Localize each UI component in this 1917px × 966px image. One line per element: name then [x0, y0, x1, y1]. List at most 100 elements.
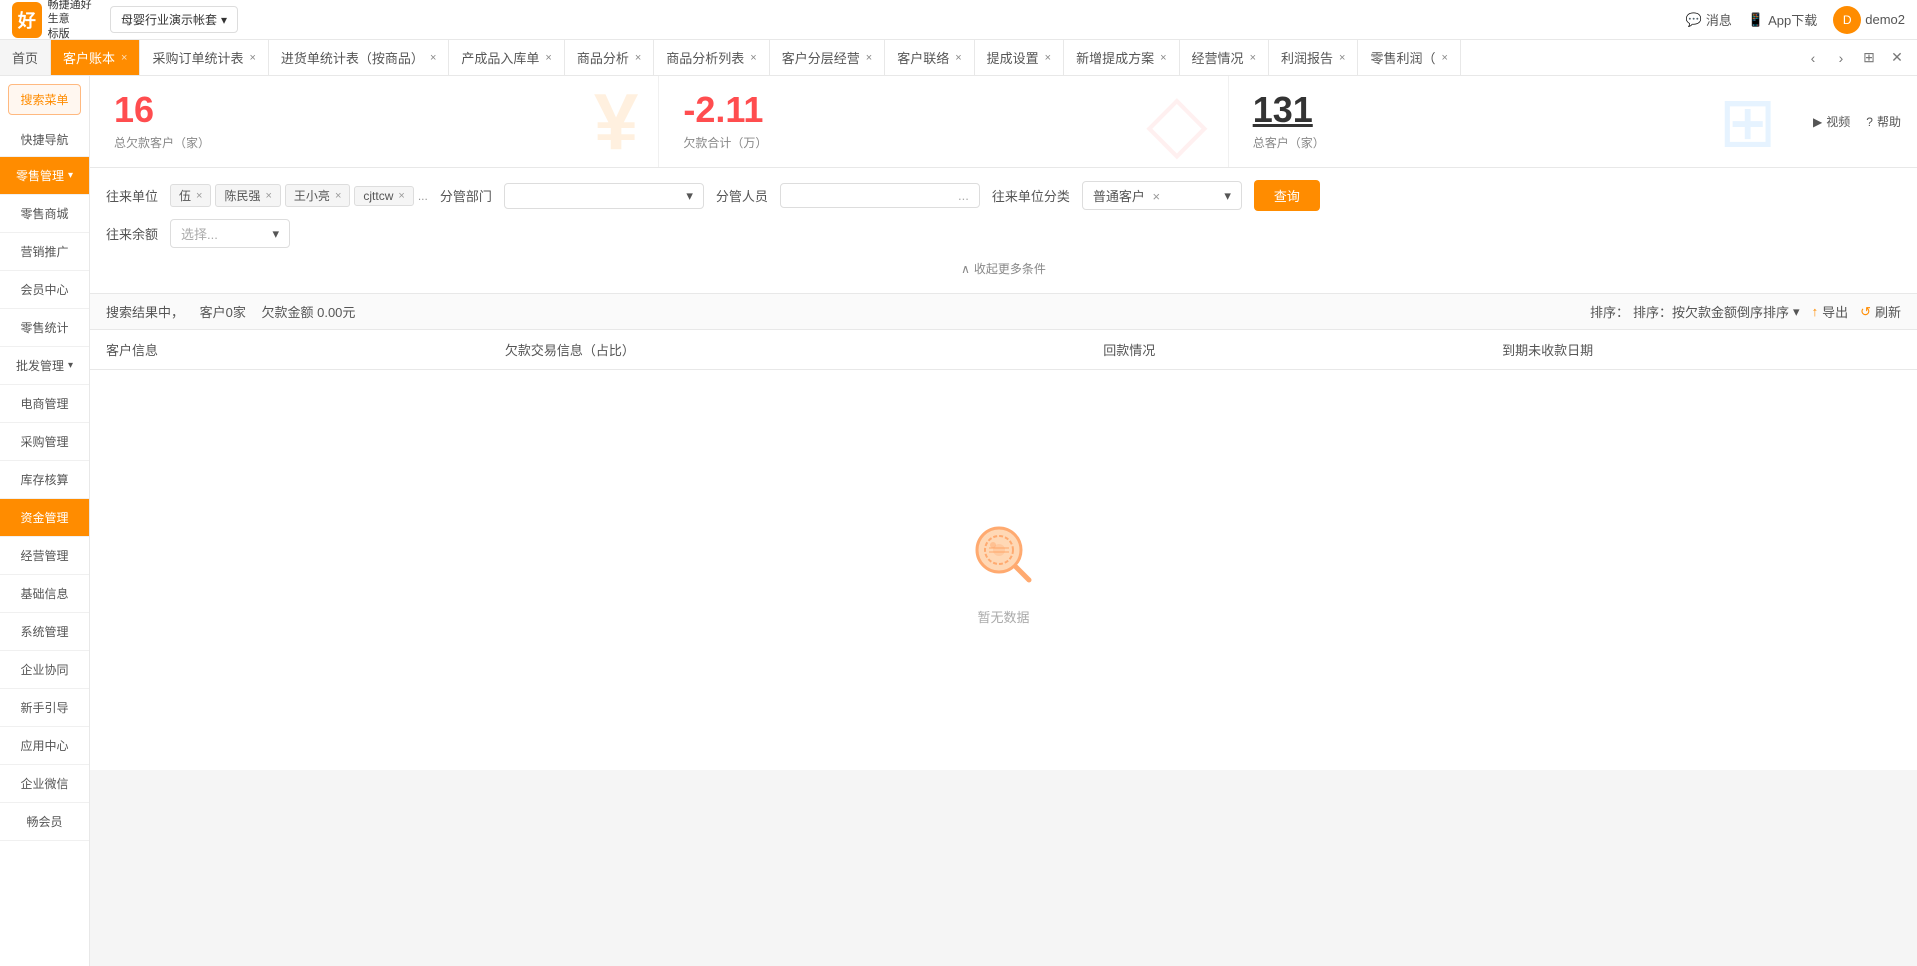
tab-close-all-button[interactable]: ✕: [1885, 46, 1909, 70]
person-ellipsis[interactable]: ...: [958, 188, 969, 203]
tab-operation-status[interactable]: 经营情况 ×: [1180, 40, 1269, 76]
tab-cost-warehousing[interactable]: 产成品入库单 ×: [449, 40, 564, 76]
debt-total-number: -2.11: [683, 92, 763, 128]
category-tag-close[interactable]: ×: [1153, 189, 1161, 204]
sidebar-item-retail-mall[interactable]: 零售商城: [0, 195, 89, 233]
tab-customer-ledger[interactable]: 客户账本 ×: [51, 40, 140, 76]
close-tab-icon[interactable]: ×: [635, 52, 641, 64]
tab-profit-report[interactable]: 利润报告 ×: [1269, 40, 1358, 76]
dept-filter-select[interactable]: ▾: [504, 183, 704, 209]
sidebar-item-retail-stats[interactable]: 零售统计: [0, 309, 89, 347]
category-filter-select[interactable]: 普通客户 × ▾: [1082, 181, 1242, 210]
close-tab-icon[interactable]: ×: [1045, 52, 1051, 64]
sidebar-item-capital-mgmt[interactable]: 资金管理: [0, 499, 89, 537]
sidebar-item-system-mgmt[interactable]: 系统管理: [0, 613, 89, 651]
tab-customer-layer[interactable]: 客户分层经营 ×: [770, 40, 885, 76]
person-filter-input[interactable]: ...: [780, 183, 980, 208]
tab-commit-settings[interactable]: 提成设置 ×: [975, 40, 1064, 76]
sidebar-search-area: 搜索菜单: [0, 76, 89, 123]
main-layout: 搜索菜单 快捷导航 零售管理 零售商城 营销推广 会员中心 零售统计 批发管理 …: [0, 76, 1917, 966]
chevron-down-icon: ▾: [221, 13, 227, 27]
tag-close-icon[interactable]: ×: [265, 190, 271, 202]
help-button[interactable]: ? 帮助: [1866, 113, 1901, 130]
nav-tabs: 首页 客户账本 × 采购订单统计表 × 进货单统计表（按商品） × 产成品入库单…: [0, 40, 1917, 76]
refresh-icon: ↺: [1860, 304, 1871, 320]
sidebar-item-ecommerce-mgmt[interactable]: 电商管理: [0, 385, 89, 423]
tag-close-icon[interactable]: ×: [398, 190, 404, 202]
filter-tag-wu[interactable]: 伍 ×: [170, 184, 211, 207]
sidebar-item-basic-info[interactable]: 基础信息: [0, 575, 89, 613]
sidebar-item-enterprise-collab[interactable]: 企业协同: [0, 651, 89, 689]
stats-card-debt: ◇ -2.11 欠款合计（万）: [659, 76, 1228, 167]
extra-filter-select[interactable]: 选择... ▾: [170, 219, 290, 248]
category-filter-label: 往来单位分类: [992, 186, 1070, 205]
stats-bg-icon: ¥: [594, 76, 639, 167]
tab-customer-contact[interactable]: 客户联络 ×: [885, 40, 974, 76]
export-button[interactable]: ↑ 导出: [1812, 302, 1849, 321]
query-button[interactable]: 查询: [1254, 180, 1320, 211]
stats-bg-icon2: ◇: [1146, 76, 1208, 167]
sidebar-item-enterprise-wechat[interactable]: 企业微信: [0, 765, 89, 803]
close-tab-icon[interactable]: ×: [545, 52, 551, 64]
stats-header-actions: ▶ 视频 ? 帮助: [1797, 76, 1917, 167]
close-tab-icon[interactable]: ×: [1160, 52, 1166, 64]
tab-expand-button[interactable]: ⊞: [1857, 46, 1881, 70]
empty-illustration: [964, 515, 1044, 595]
close-tab-icon[interactable]: ×: [1339, 52, 1345, 64]
sidebar-item-marketing[interactable]: 营销推广: [0, 233, 89, 271]
content-area: ¥ 16 总欠款客户（家） ◇ -2.11 欠款合计（万） ⊞ 131 总客户（…: [90, 76, 1917, 966]
sidebar-item-quick-nav[interactable]: 快捷导航: [0, 123, 89, 157]
tab-new-commit-plan[interactable]: 新增提成方案 ×: [1064, 40, 1179, 76]
sidebar-item-purchase-mgmt[interactable]: 采购管理: [0, 423, 89, 461]
search-menu-button[interactable]: 搜索菜单: [8, 84, 81, 115]
col-header-customer: 客户信息: [106, 340, 505, 359]
col-header-repayment: 回款情况: [1103, 340, 1502, 359]
sidebar-item-vip-member[interactable]: 畅会员: [0, 803, 89, 841]
close-tab-icon[interactable]: ×: [430, 52, 436, 64]
filter-area: 往来单位 伍 × 陈民强 × 王小亮 × cjttcw: [90, 168, 1917, 294]
sidebar-item-app-center[interactable]: 应用中心: [0, 727, 89, 765]
close-tab-icon[interactable]: ×: [249, 52, 255, 64]
data-table: 客户信息 欠款交易信息（占比） 回款情况 到期未收款日期: [90, 330, 1917, 770]
tab-retail-profit[interactable]: 零售利润（ ×: [1358, 40, 1460, 76]
filter-tag-chen[interactable]: 陈民强 ×: [215, 184, 280, 207]
video-button[interactable]: ▶ 视频: [1813, 113, 1850, 130]
filter-tag-cjttcw[interactable]: cjttcw ×: [354, 186, 413, 206]
refresh-button[interactable]: ↺ 刷新: [1860, 302, 1901, 321]
sidebar-item-inventory[interactable]: 库存核算: [0, 461, 89, 499]
tab-home[interactable]: 首页: [0, 40, 51, 76]
close-tab-icon[interactable]: ×: [866, 52, 872, 64]
close-tab-icon[interactable]: ×: [1250, 52, 1256, 64]
messages-button[interactable]: 💬 消息: [1686, 10, 1732, 29]
sidebar-item-wholesale-mgmt[interactable]: 批发管理: [0, 347, 89, 385]
sidebar-item-operation-mgmt[interactable]: 经营管理: [0, 537, 89, 575]
close-tab-icon[interactable]: ×: [750, 52, 756, 64]
filter-tag-wang[interactable]: 王小亮 ×: [285, 184, 350, 207]
chevron-down-icon: ▾: [686, 188, 693, 204]
app-download-button[interactable]: 📱 App下载: [1748, 10, 1817, 29]
store-selector[interactable]: 母婴行业演示帐套 ▾: [110, 6, 238, 33]
top-bar-left: 好 畅捷通好生意 标版 母婴行业演示帐套 ▾: [12, 0, 238, 41]
stats-header: ¥ 16 总欠款客户（家） ◇ -2.11 欠款合计（万） ⊞ 131 总客户（…: [90, 76, 1917, 168]
sidebar-item-member-center[interactable]: 会员中心: [0, 271, 89, 309]
sort-select[interactable]: 排序： 排序：按欠款金额倒序排序 ▾: [1590, 302, 1800, 321]
unit-filter-tags: 伍 × 陈民强 × 王小亮 × cjttcw × ...: [170, 184, 428, 207]
dept-filter-label: 分管部门: [440, 186, 492, 205]
tab-purchase-order-stats[interactable]: 采购订单统计表 ×: [140, 40, 268, 76]
user-profile[interactable]: D demo2: [1833, 6, 1905, 34]
tab-next-button[interactable]: ›: [1829, 46, 1853, 70]
close-tab-icon[interactable]: ×: [121, 52, 127, 64]
close-tab-icon[interactable]: ×: [1441, 52, 1447, 64]
tab-product-analysis[interactable]: 商品分析 ×: [565, 40, 654, 76]
tab-product-analysis-list[interactable]: 商品分析列表 ×: [654, 40, 769, 76]
sidebar-item-new-guide[interactable]: 新手引导: [0, 689, 89, 727]
tag-close-icon[interactable]: ×: [196, 190, 202, 202]
more-tags-button[interactable]: ...: [418, 189, 428, 203]
close-tab-icon[interactable]: ×: [955, 52, 961, 64]
tab-stock-stats[interactable]: 进货单统计表（按商品） ×: [269, 40, 449, 76]
tag-close-icon[interactable]: ×: [335, 190, 341, 202]
filter-collapse-button[interactable]: ∧ 收起更多条件: [106, 256, 1901, 281]
sidebar-item-retail-mgmt[interactable]: 零售管理: [0, 157, 89, 195]
chevron-down-icon: ▾: [272, 226, 279, 242]
tab-prev-button[interactable]: ‹: [1801, 46, 1825, 70]
